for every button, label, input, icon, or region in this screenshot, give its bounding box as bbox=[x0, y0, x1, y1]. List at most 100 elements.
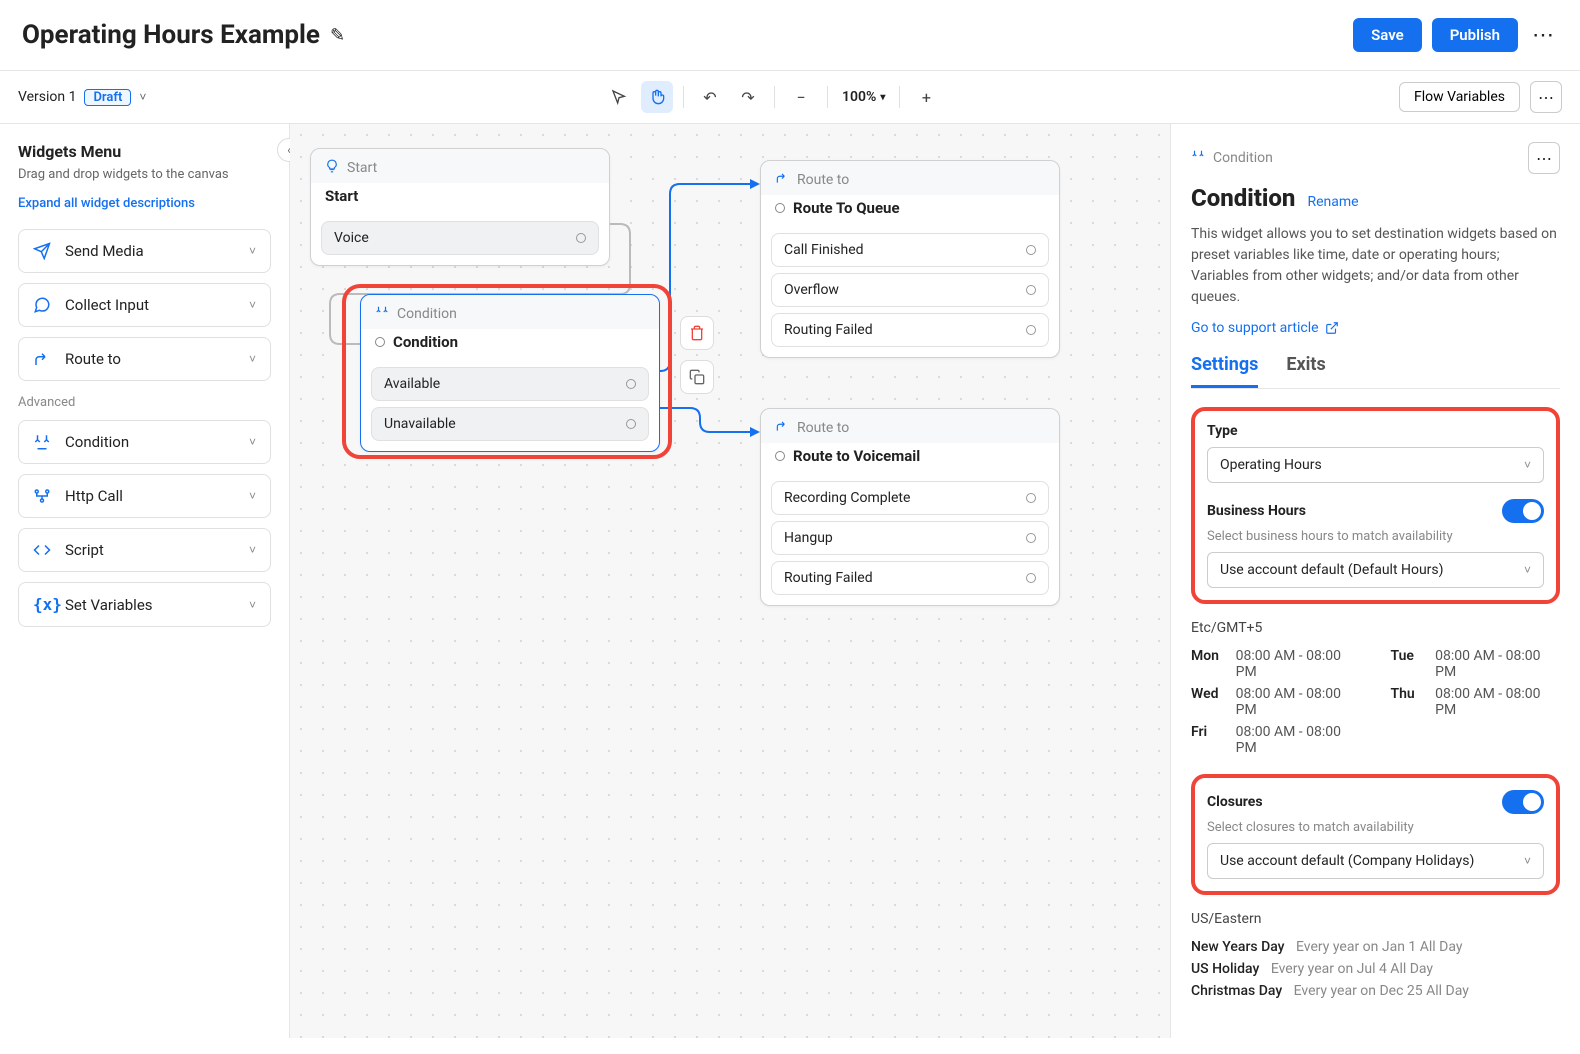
exit-port-icon[interactable] bbox=[626, 379, 636, 389]
closures-toggle[interactable] bbox=[1502, 790, 1544, 814]
chevron-down-icon: ˅ bbox=[249, 598, 256, 612]
type-select[interactable]: Operating Hours ˅ bbox=[1207, 447, 1544, 483]
widget-set-variables[interactable]: {x} Set Variables ˅ bbox=[18, 582, 271, 627]
business-hours-select[interactable]: Use account default (Default Hours) ˅ bbox=[1207, 552, 1544, 588]
closures-select[interactable]: Use account default (Company Holidays) ˅ bbox=[1207, 843, 1544, 879]
redo-button[interactable]: ↷ bbox=[732, 81, 764, 113]
closures-hint: Select closures to match availability bbox=[1207, 820, 1544, 835]
exit-overflow[interactable]: Overflow bbox=[771, 273, 1049, 307]
closure-when: Every year on Jan 1 All Day bbox=[1296, 939, 1462, 955]
widget-label: Set Variables bbox=[65, 596, 237, 614]
exit-routing-failed[interactable]: Routing Failed bbox=[771, 313, 1049, 347]
exit-available[interactable]: Available bbox=[371, 367, 649, 401]
tab-settings[interactable]: Settings bbox=[1191, 354, 1258, 388]
business-hours-toggle[interactable] bbox=[1502, 499, 1544, 523]
sidebar-hint: Drag and drop widgets to the canvas bbox=[18, 167, 271, 182]
node-title: Start bbox=[311, 183, 609, 215]
exit-label: Routing Failed bbox=[784, 322, 873, 338]
inspector-more-button[interactable]: ⋯ bbox=[1528, 142, 1560, 174]
chevron-down-icon: ˅ bbox=[249, 298, 256, 312]
widget-condition[interactable]: Condition ˅ bbox=[18, 420, 271, 464]
toolbar: Version 1 Draft ˅ ↶ ↷ − 100% ▾ + Flow Va… bbox=[0, 71, 1580, 124]
timezone-label: Etc/GMT+5 bbox=[1191, 620, 1560, 636]
undo-button[interactable]: ↶ bbox=[694, 81, 726, 113]
save-button[interactable]: Save bbox=[1353, 18, 1422, 52]
exit-voice[interactable]: Voice bbox=[321, 221, 599, 255]
edit-title-icon[interactable]: ✎ bbox=[330, 25, 345, 46]
widget-send-media[interactable]: Send Media ˅ bbox=[18, 229, 271, 273]
closure-item: US Holiday Every year on Jul 4 All Day bbox=[1191, 961, 1560, 977]
zoom-level[interactable]: 100% ▾ bbox=[838, 89, 889, 105]
exit-port-icon[interactable] bbox=[1026, 245, 1036, 255]
exit-port-icon[interactable] bbox=[626, 419, 636, 429]
condition-icon bbox=[1191, 149, 1205, 167]
exit-port-icon[interactable] bbox=[1026, 573, 1036, 583]
route-to-icon bbox=[775, 419, 789, 437]
exit-port-icon[interactable] bbox=[1026, 533, 1036, 543]
send-media-icon bbox=[33, 242, 53, 260]
app-header: Operating Hours Example ✎ Save Publish ⋯ bbox=[0, 0, 1580, 71]
chevron-down-icon: ˅ bbox=[1524, 458, 1531, 472]
closure-when: Every year on Jul 4 All Day bbox=[1271, 961, 1433, 977]
exit-port-icon[interactable] bbox=[1026, 325, 1036, 335]
entry-port-icon bbox=[775, 451, 785, 461]
exit-recording-complete[interactable]: Recording Complete bbox=[771, 481, 1049, 515]
node-route-to-voicemail[interactable]: Route to Route to Voicemail Recording Co… bbox=[760, 408, 1060, 606]
node-route-to-queue[interactable]: Route to Route To Queue Call Finished Ov… bbox=[760, 160, 1060, 358]
inspector-title: Condition bbox=[1191, 184, 1295, 212]
chevron-down-icon: ˅ bbox=[249, 435, 256, 449]
route-to-icon bbox=[33, 350, 53, 368]
business-hours-hint: Select business hours to match availabil… bbox=[1207, 529, 1544, 544]
pointer-tool[interactable] bbox=[603, 81, 635, 113]
header-more-icon[interactable]: ⋯ bbox=[1528, 23, 1558, 48]
support-article-link[interactable]: Go to support article bbox=[1191, 320, 1560, 336]
widget-route-to[interactable]: Route to ˅ bbox=[18, 337, 271, 381]
zoom-out-button[interactable]: − bbox=[785, 81, 817, 113]
flow-variables-button[interactable]: Flow Variables bbox=[1399, 82, 1520, 112]
delete-node-button[interactable] bbox=[680, 316, 714, 350]
exit-label: Overflow bbox=[784, 282, 839, 298]
exit-label: Routing Failed bbox=[784, 570, 873, 586]
script-icon bbox=[33, 541, 53, 559]
node-title-text: Route To Queue bbox=[793, 199, 900, 217]
node-condition[interactable]: Condition Condition Available Unavailabl… bbox=[360, 294, 660, 452]
exit-label: Recording Complete bbox=[784, 490, 910, 506]
draft-badge: Draft bbox=[84, 89, 131, 106]
closure-item: Christmas Day Every year on Dec 25 All D… bbox=[1191, 983, 1560, 999]
exit-call-finished[interactable]: Call Finished bbox=[771, 233, 1049, 267]
exit-hangup[interactable]: Hangup bbox=[771, 521, 1049, 555]
widget-script[interactable]: Script ˅ bbox=[18, 528, 271, 572]
condition-icon bbox=[375, 305, 389, 323]
node-title-text: Condition bbox=[393, 333, 458, 351]
business-hours-value: Use account default (Default Hours) bbox=[1220, 562, 1444, 578]
exit-port-icon[interactable] bbox=[1026, 285, 1036, 295]
toolbar-more-icon[interactable]: ⋯ bbox=[1530, 81, 1562, 113]
external-link-icon bbox=[1325, 321, 1339, 335]
rename-link[interactable]: Rename bbox=[1307, 194, 1358, 210]
flow-canvas[interactable]: Start Start Voice Condition Condition bbox=[290, 124, 1170, 1038]
widget-http-call[interactable]: Http Call ˅ bbox=[18, 474, 271, 518]
zoom-in-button[interactable]: + bbox=[910, 81, 942, 113]
widget-label: Route to bbox=[65, 350, 237, 368]
exit-routing-failed[interactable]: Routing Failed bbox=[771, 561, 1049, 595]
sched-day: Thu bbox=[1391, 686, 1426, 718]
publish-button[interactable]: Publish bbox=[1432, 18, 1518, 52]
sidebar-title: Widgets Menu bbox=[18, 142, 271, 161]
closures-timezone: US/Eastern bbox=[1191, 911, 1560, 927]
exit-port-icon[interactable] bbox=[576, 233, 586, 243]
chevron-down-icon: ˅ bbox=[249, 244, 256, 258]
business-hours-label: Business Hours bbox=[1207, 503, 1306, 519]
expand-descriptions-link[interactable]: Expand all widget descriptions bbox=[18, 196, 271, 211]
exit-port-icon[interactable] bbox=[1026, 493, 1036, 503]
chevron-down-icon: ˅ bbox=[1524, 854, 1531, 868]
tab-exits[interactable]: Exits bbox=[1286, 354, 1325, 388]
chevron-down-icon: ˅ bbox=[249, 543, 256, 557]
condition-icon bbox=[33, 433, 53, 451]
duplicate-node-button[interactable] bbox=[680, 360, 714, 394]
hand-tool[interactable] bbox=[641, 81, 673, 113]
exit-unavailable[interactable]: Unavailable bbox=[371, 407, 649, 441]
widget-label: Condition bbox=[65, 433, 237, 451]
widget-collect-input[interactable]: Collect Input ˅ bbox=[18, 283, 271, 327]
version-dropdown-icon[interactable]: ˅ bbox=[139, 90, 146, 104]
node-start[interactable]: Start Start Voice bbox=[310, 148, 610, 266]
